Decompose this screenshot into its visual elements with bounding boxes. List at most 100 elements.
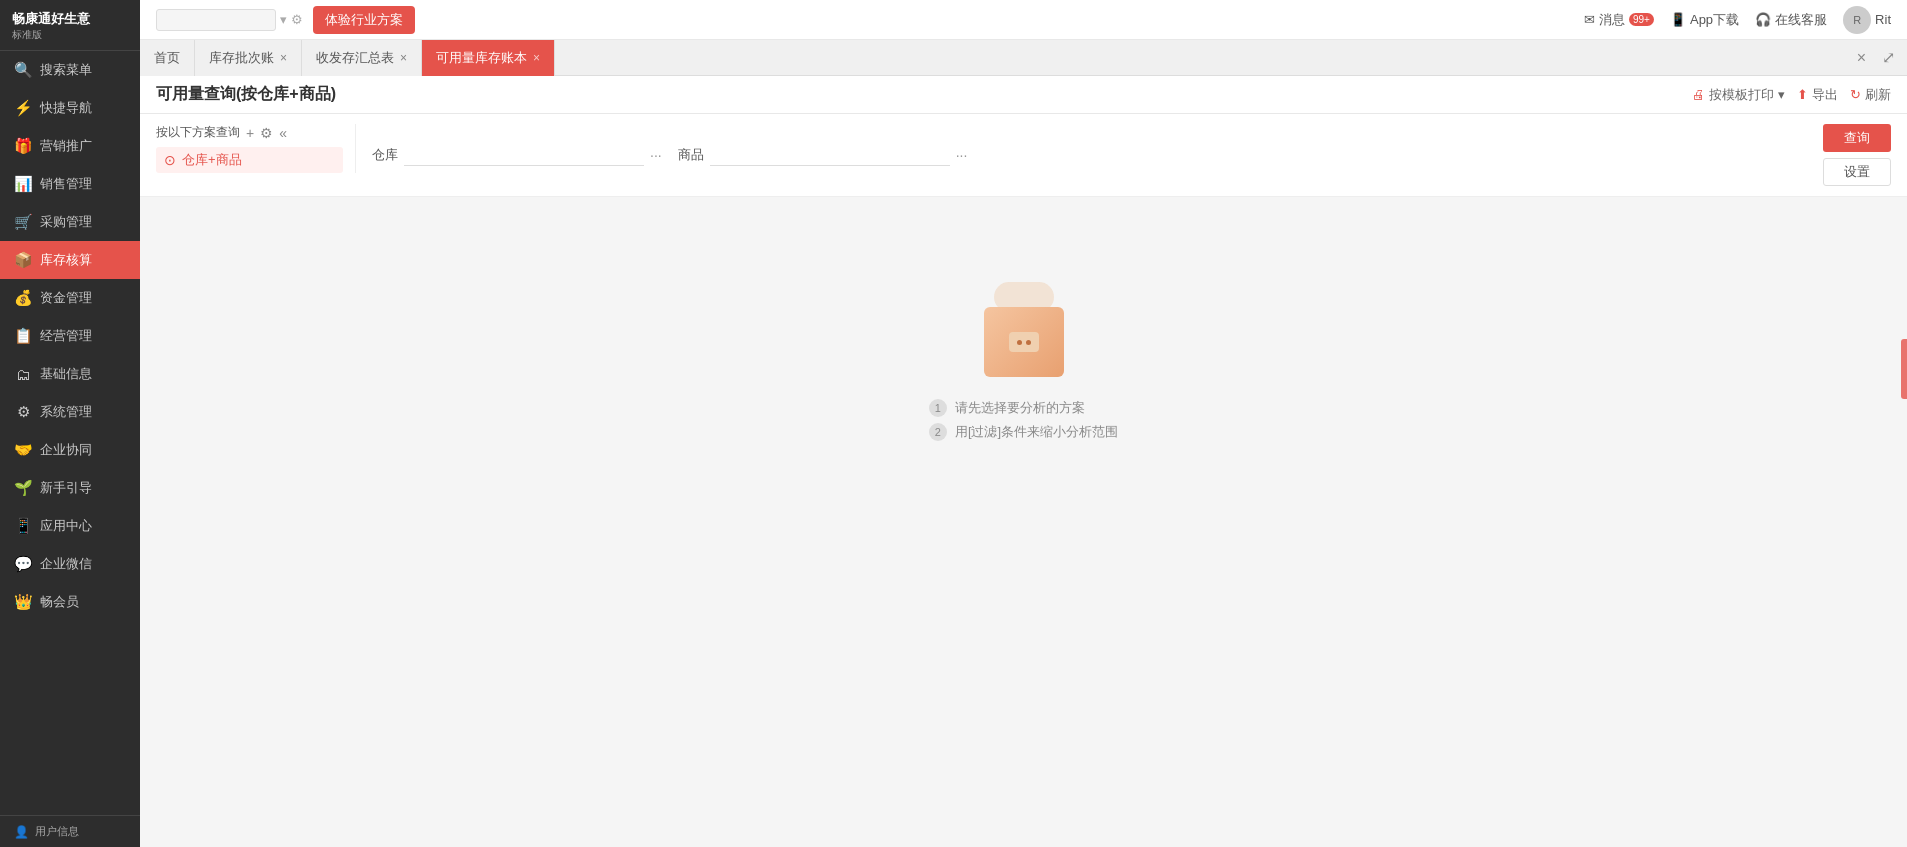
tabs-right-controls: × ⤢ — [1845, 46, 1907, 69]
sidebar-item-search-label: 搜索菜单 — [40, 61, 92, 79]
empty-hint-2: 2 用[过滤]条件来缩小分析范围 — [929, 423, 1118, 441]
tab-batch-ledger-close[interactable]: × — [280, 51, 287, 65]
sidebar: 畅康通好生意 标准版 🔍 搜索菜单 ⚡ 快捷导航 🎁 营销推广 📊 销售管理 🛒… — [0, 0, 140, 847]
scheme-settings-button[interactable]: ⚙ — [260, 125, 273, 141]
search-icon: 🔍 — [14, 61, 32, 79]
topbar: ▾ ⚙ 体验行业方案 ✉ 消息 99+ 📱 App下载 🎧 在线客服 R — [140, 0, 1907, 40]
goods-more-btn[interactable]: ··· — [956, 147, 968, 163]
tab-home[interactable]: 首页 — [140, 40, 195, 76]
user-avatar-area[interactable]: R Rit — [1843, 6, 1891, 34]
collapse-button[interactable]: « — [279, 125, 287, 141]
sidebar-item-vip-label: 畅会员 — [40, 593, 79, 611]
messages-button[interactable]: ✉ 消息 99+ — [1584, 11, 1654, 29]
sidebar-item-finance[interactable]: 💰 资金管理 — [0, 279, 140, 317]
sidebar-item-system-label: 系统管理 — [40, 403, 92, 421]
sidebar-item-search[interactable]: 🔍 搜索菜单 — [0, 51, 140, 89]
sidebar-item-operation-label: 经营管理 — [40, 327, 92, 345]
export-button[interactable]: ⬆ 导出 — [1797, 86, 1838, 104]
sidebar-item-enterprise[interactable]: 🤝 企业协同 — [0, 431, 140, 469]
page-title: 可用量查询(按仓库+商品) — [156, 84, 336, 105]
refresh-button[interactable]: ↻ 刷新 — [1850, 86, 1891, 104]
tab-batch-ledger-label: 库存批次账 — [209, 49, 274, 67]
tab-available-ledger[interactable]: 可用量库存账本 × — [422, 40, 555, 76]
sidebar-item-wechat[interactable]: 💬 企业微信 — [0, 545, 140, 583]
warehouse-label: 仓库 — [372, 146, 398, 164]
empty-eye-right — [1026, 340, 1031, 345]
sidebar-item-marketing-label: 营销推广 — [40, 137, 92, 155]
scheme-warehouse-goods[interactable]: ⊙ 仓库+商品 — [156, 147, 343, 173]
page-title-actions: 🖨 按模板打印 ▾ ⬆ 导出 ↻ 刷新 — [1692, 86, 1891, 104]
empty-hint-1: 1 请先选择要分析的方案 — [929, 399, 1118, 417]
tab-close-btn[interactable]: × — [1853, 47, 1870, 69]
sidebar-item-appstore[interactable]: 📱 应用中心 — [0, 507, 140, 545]
sidebar-item-marketing[interactable]: 🎁 营销推广 — [0, 127, 140, 165]
tab-expand-btn[interactable]: ⤢ — [1878, 46, 1899, 69]
print-label: 按模板打印 — [1709, 86, 1774, 104]
scheme-header: 按以下方案查询 + ⚙ « — [156, 124, 343, 141]
sidebar-item-newbie[interactable]: 🌱 新手引导 — [0, 469, 140, 507]
sidebar-item-operation[interactable]: 📋 经营管理 — [0, 317, 140, 355]
sidebar-item-basic[interactable]: 🗂 基础信息 — [0, 355, 140, 393]
topbar-settings-icon[interactable]: ⚙ — [291, 12, 303, 27]
refresh-label: 刷新 — [1865, 86, 1891, 104]
settings-button[interactable]: 设置 — [1823, 158, 1891, 186]
industry-solution-button[interactable]: 体验行业方案 — [313, 6, 415, 34]
hint-num-2: 2 — [929, 423, 947, 441]
appstore-icon: 📱 — [14, 517, 32, 535]
warehouse-input[interactable] — [404, 144, 644, 166]
scheme-panel: 按以下方案查询 + ⚙ « ⊙ 仓库+商品 — [156, 124, 356, 173]
tab-recv-summary-close[interactable]: × — [400, 51, 407, 65]
scheme-header-label: 按以下方案查询 — [156, 124, 240, 141]
sidebar-item-vip[interactable]: 👑 畅会员 — [0, 583, 140, 621]
scheme-icon: ⊙ — [164, 152, 176, 168]
wechat-icon: 💬 — [14, 555, 32, 573]
sidebar-item-shortcut[interactable]: ⚡ 快捷导航 — [0, 89, 140, 127]
tab-bar: 首页 库存批次账 × 收发存汇总表 × 可用量库存账本 × × ⤢ — [140, 40, 1907, 76]
tab-available-ledger-close[interactable]: × — [533, 51, 540, 65]
system-icon: ⚙ — [14, 403, 32, 421]
search-input[interactable] — [156, 9, 276, 31]
enterprise-icon: 🤝 — [14, 441, 32, 459]
sidebar-item-purchase[interactable]: 🛒 采购管理 — [0, 203, 140, 241]
hint-num-1: 1 — [929, 399, 947, 417]
query-button[interactable]: 查询 — [1823, 124, 1891, 152]
sidebar-item-sales[interactable]: 📊 销售管理 — [0, 165, 140, 203]
export-label: 导出 — [1812, 86, 1838, 104]
app-download-button[interactable]: 📱 App下载 — [1670, 11, 1739, 29]
purchase-icon: 🛒 — [14, 213, 32, 231]
empty-box — [984, 307, 1064, 377]
empty-eye-left — [1017, 340, 1022, 345]
tab-recv-summary[interactable]: 收发存汇总表 × — [302, 40, 422, 76]
empty-hints: 1 请先选择要分析的方案 2 用[过滤]条件来缩小分析范围 — [929, 399, 1118, 441]
sidebar-item-basic-label: 基础信息 — [40, 365, 92, 383]
vip-icon: 👑 — [14, 593, 32, 611]
sidebar-item-finance-label: 资金管理 — [40, 289, 92, 307]
export-icon: ⬆ — [1797, 87, 1808, 102]
sidebar-item-inventory[interactable]: 📦 库存核算 — [0, 241, 140, 279]
sidebar-item-wechat-label: 企业微信 — [40, 555, 92, 573]
add-scheme-button[interactable]: + — [246, 125, 254, 141]
messages-badge: 99+ — [1629, 13, 1654, 26]
sidebar-item-enterprise-label: 企业协同 — [40, 441, 92, 459]
sidebar-item-sales-label: 销售管理 — [40, 175, 92, 193]
main-area: ▾ ⚙ 体验行业方案 ✉ 消息 99+ 📱 App下载 🎧 在线客服 R — [140, 0, 1907, 847]
online-service-button[interactable]: 🎧 在线客服 — [1755, 11, 1827, 29]
print-icon: 🖨 — [1692, 87, 1705, 102]
filter-fields: 仓库 ··· 商品 ··· 查询 设置 — [356, 124, 1891, 186]
topbar-dropdown-icon[interactable]: ▾ — [280, 12, 287, 27]
print-dropdown-icon[interactable]: ▾ — [1778, 87, 1785, 102]
hint-text-1: 请先选择要分析的方案 — [955, 399, 1085, 417]
goods-input[interactable] — [710, 144, 950, 166]
operation-icon: 📋 — [14, 327, 32, 345]
tab-batch-ledger[interactable]: 库存批次账 × — [195, 40, 302, 76]
empty-illustration — [964, 277, 1084, 377]
sidebar-item-inventory-label: 库存核算 — [40, 251, 92, 269]
sidebar-user[interactable]: 👤 用户信息 — [0, 815, 140, 847]
sidebar-item-system[interactable]: ⚙ 系统管理 — [0, 393, 140, 431]
print-button[interactable]: 🖨 按模板打印 ▾ — [1692, 86, 1785, 104]
scroll-indicator — [1901, 339, 1907, 399]
hint-text-2: 用[过滤]条件来缩小分析范围 — [955, 423, 1118, 441]
tab-recv-summary-label: 收发存汇总表 — [316, 49, 394, 67]
warehouse-more-btn[interactable]: ··· — [650, 147, 662, 163]
sidebar-username: 用户信息 — [35, 824, 79, 839]
